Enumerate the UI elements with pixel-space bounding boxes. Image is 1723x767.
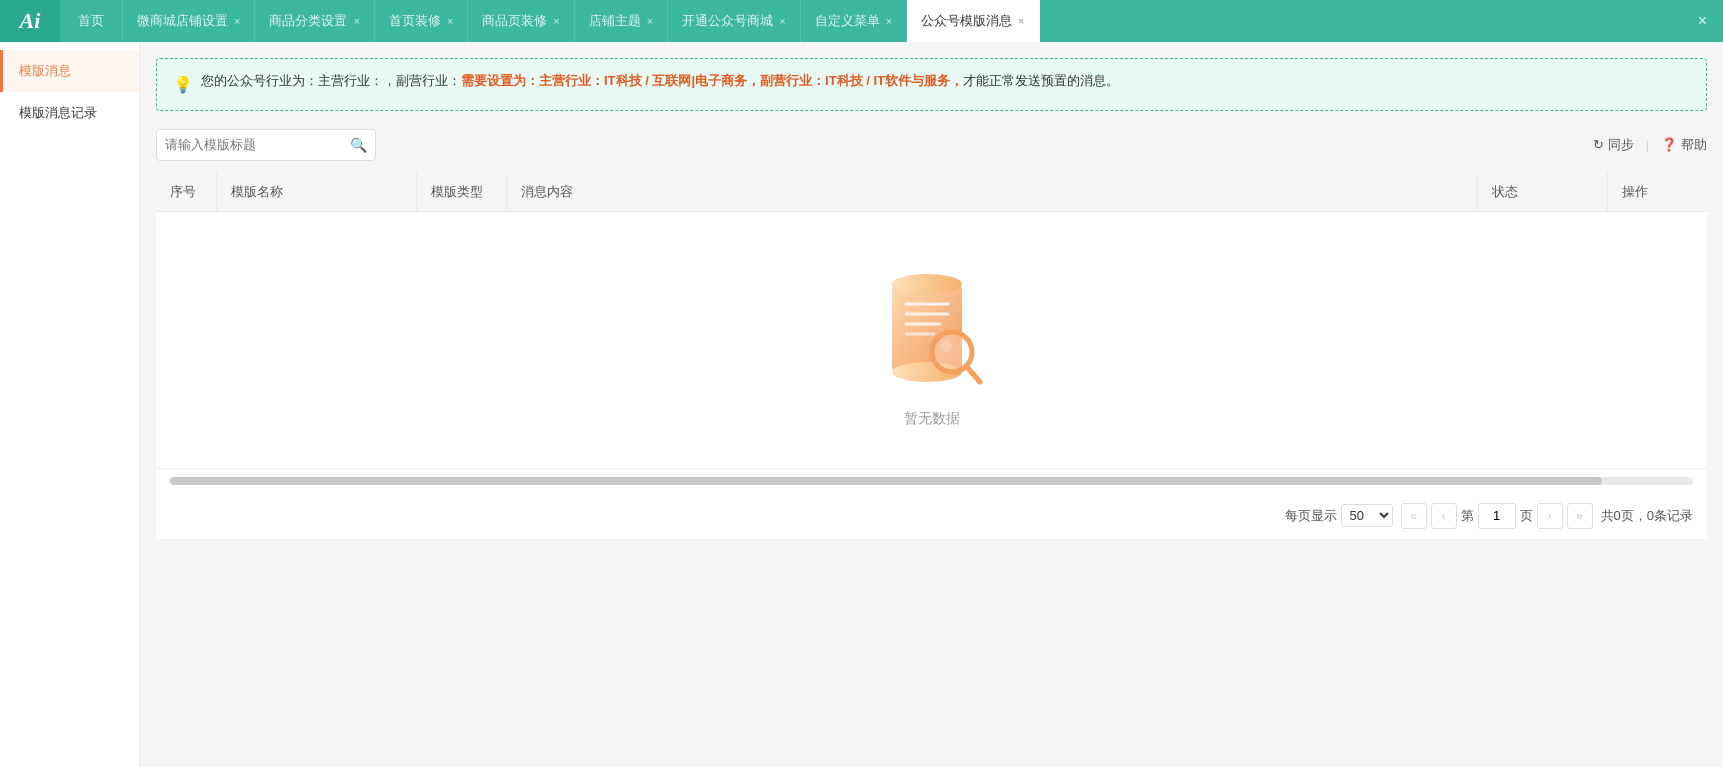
tab-shop-settings[interactable]: 微商城店铺设置 × — [123, 0, 255, 42]
table-container: 序号 模版名称 模版类型 消息内容 状态 — [156, 173, 1707, 539]
empty-icon — [872, 272, 992, 392]
last-page-button[interactable]: » — [1567, 503, 1593, 529]
col-header-content: 消息内容 — [506, 173, 1477, 212]
notice-suffix: 才能正常发送预置的消息。 — [963, 73, 1119, 88]
tab-homepage-decor[interactable]: 首页装修 × — [375, 0, 468, 42]
tab-custom-menu-label: 自定义菜单 — [815, 12, 880, 30]
search-wrap: 🔍 — [156, 129, 376, 161]
tab-custom-menu-close[interactable]: × — [886, 16, 892, 27]
tab-category-settings-label: 商品分类设置 — [269, 12, 347, 30]
tab-template-message-close[interactable]: × — [1018, 16, 1024, 27]
svg-line-8 — [966, 366, 980, 382]
tab-shop-settings-label: 微商城店铺设置 — [137, 12, 228, 30]
toolbar-right: ↻ 同步 | ❓ 帮助 — [1593, 136, 1707, 154]
search-button[interactable]: 🔍 — [350, 137, 367, 153]
tab-open-mall-close[interactable]: × — [779, 16, 785, 27]
tab-shop-theme-label: 店铺主题 — [589, 12, 641, 30]
tab-category-settings-close[interactable]: × — [353, 16, 359, 27]
table-header: 序号 模版名称 模版类型 消息内容 状态 — [156, 173, 1707, 212]
bulb-icon: 💡 — [173, 72, 193, 98]
tab-product-decor[interactable]: 商品页装修 × — [468, 0, 574, 42]
prev-page-button[interactable]: ‹ — [1431, 503, 1457, 529]
search-input[interactable] — [165, 137, 350, 152]
first-page-button[interactable]: « — [1401, 503, 1427, 529]
tab-product-decor-label: 商品页装修 — [482, 12, 547, 30]
page-number-input[interactable] — [1478, 503, 1516, 529]
scrollbar-track[interactable] — [170, 477, 1693, 485]
tab-custom-menu[interactable]: 自定义菜单 × — [801, 0, 907, 42]
tab-homepage-decor-close[interactable]: × — [447, 16, 453, 27]
notice-highlight: 需要设置为：主营行业：IT科技 / 互联网|电子商务，副营行业：IT科技 / I… — [461, 73, 963, 88]
col-header-index: 序号 — [156, 173, 216, 212]
tab-product-decor-close[interactable]: × — [553, 16, 559, 27]
notice-box: 💡 您的公众号行业为：主营行业：，副营行业：需要设置为：主营行业：IT科技 / … — [156, 58, 1707, 111]
sidebar-item-template-msg-log[interactable]: 模版消息记录 — [0, 92, 139, 134]
page-prefix: 第 — [1461, 507, 1474, 525]
tab-shop-theme-close[interactable]: × — [647, 16, 653, 27]
svg-point-1 — [892, 274, 962, 294]
pagination: 每页显示 10 20 50 100 « ‹ 第 页 › » — [156, 493, 1707, 539]
col-header-type: 模版类型 — [416, 173, 506, 212]
empty-illustration — [872, 272, 992, 392]
page-size-select: 每页显示 10 20 50 100 — [1285, 504, 1393, 527]
logo: Ai — [0, 0, 60, 42]
tab-home[interactable]: 首页 — [60, 0, 123, 42]
toolbar-divider: | — [1646, 137, 1649, 152]
next-page-button[interactable]: › — [1537, 503, 1563, 529]
help-button[interactable]: ❓ 帮助 — [1661, 136, 1707, 154]
col-header-status: 状态 — [1477, 173, 1607, 212]
page-size-label: 每页显示 — [1285, 507, 1337, 525]
tab-category-settings[interactable]: 商品分类设置 × — [255, 0, 374, 42]
toolbar: 🔍 ↻ 同步 | ❓ 帮助 — [156, 129, 1707, 161]
empty-state: 暂无数据 — [156, 212, 1707, 468]
total-info: 共0页，0条记录 — [1601, 507, 1693, 525]
main-layout: 模版消息 模版消息记录 💡 您的公众号行业为：主营行业：，副营行业：需要设置为：… — [0, 42, 1723, 767]
scrollbar-thumb[interactable] — [170, 477, 1602, 485]
sync-button[interactable]: ↻ 同步 — [1593, 136, 1634, 154]
col-header-action: 操作 — [1607, 173, 1707, 212]
sidebar-item-template-msg-log-label: 模版消息记录 — [19, 105, 97, 120]
tab-homepage-decor-label: 首页装修 — [389, 12, 441, 30]
sidebar-item-template-msg[interactable]: 模版消息 — [0, 50, 139, 92]
notice-text: 您的公众号行业为：主营行业：，副营行业：需要设置为：主营行业：IT科技 / 互联… — [201, 71, 1119, 92]
page-suffix: 页 — [1520, 507, 1533, 525]
content-area: 💡 您的公众号行业为：主营行业：，副营行业：需要设置为：主营行业：IT科技 / … — [140, 42, 1723, 767]
tab-open-mall[interactable]: 开通公众号商城 × — [668, 0, 800, 42]
logo-text: Ai — [20, 8, 41, 34]
global-close-button[interactable]: × — [1682, 12, 1723, 30]
sidebar: 模版消息 模版消息记录 — [0, 42, 140, 767]
tab-template-message[interactable]: 公众号模版消息 × — [907, 0, 1039, 42]
top-navigation: Ai 首页 微商城店铺设置 × 商品分类设置 × 首页装修 × 商品页装修 × … — [0, 0, 1723, 42]
svg-point-9 — [940, 340, 952, 352]
tab-shop-theme[interactable]: 店铺主题 × — [575, 0, 668, 42]
tab-template-message-label: 公众号模版消息 — [921, 12, 1012, 30]
sync-label: 同步 — [1608, 136, 1634, 154]
sync-icon: ↻ — [1593, 137, 1604, 152]
tab-home-label: 首页 — [78, 12, 104, 30]
col-header-name: 模版名称 — [216, 173, 416, 212]
page-navigation: « ‹ 第 页 › » — [1401, 503, 1593, 529]
sidebar-item-template-msg-label: 模版消息 — [19, 63, 71, 78]
scrollbar-wrap — [156, 468, 1707, 493]
empty-text: 暂无数据 — [156, 410, 1707, 428]
help-icon: ❓ — [1661, 137, 1677, 152]
page-size-dropdown[interactable]: 10 20 50 100 — [1341, 504, 1393, 527]
help-label: 帮助 — [1681, 136, 1707, 154]
data-table: 序号 模版名称 模版类型 消息内容 状态 — [156, 173, 1707, 212]
tab-shop-settings-close[interactable]: × — [234, 16, 240, 27]
tab-open-mall-label: 开通公众号商城 — [682, 12, 773, 30]
notice-prefix: 您的公众号行业为：主营行业：，副营行业： — [201, 73, 461, 88]
